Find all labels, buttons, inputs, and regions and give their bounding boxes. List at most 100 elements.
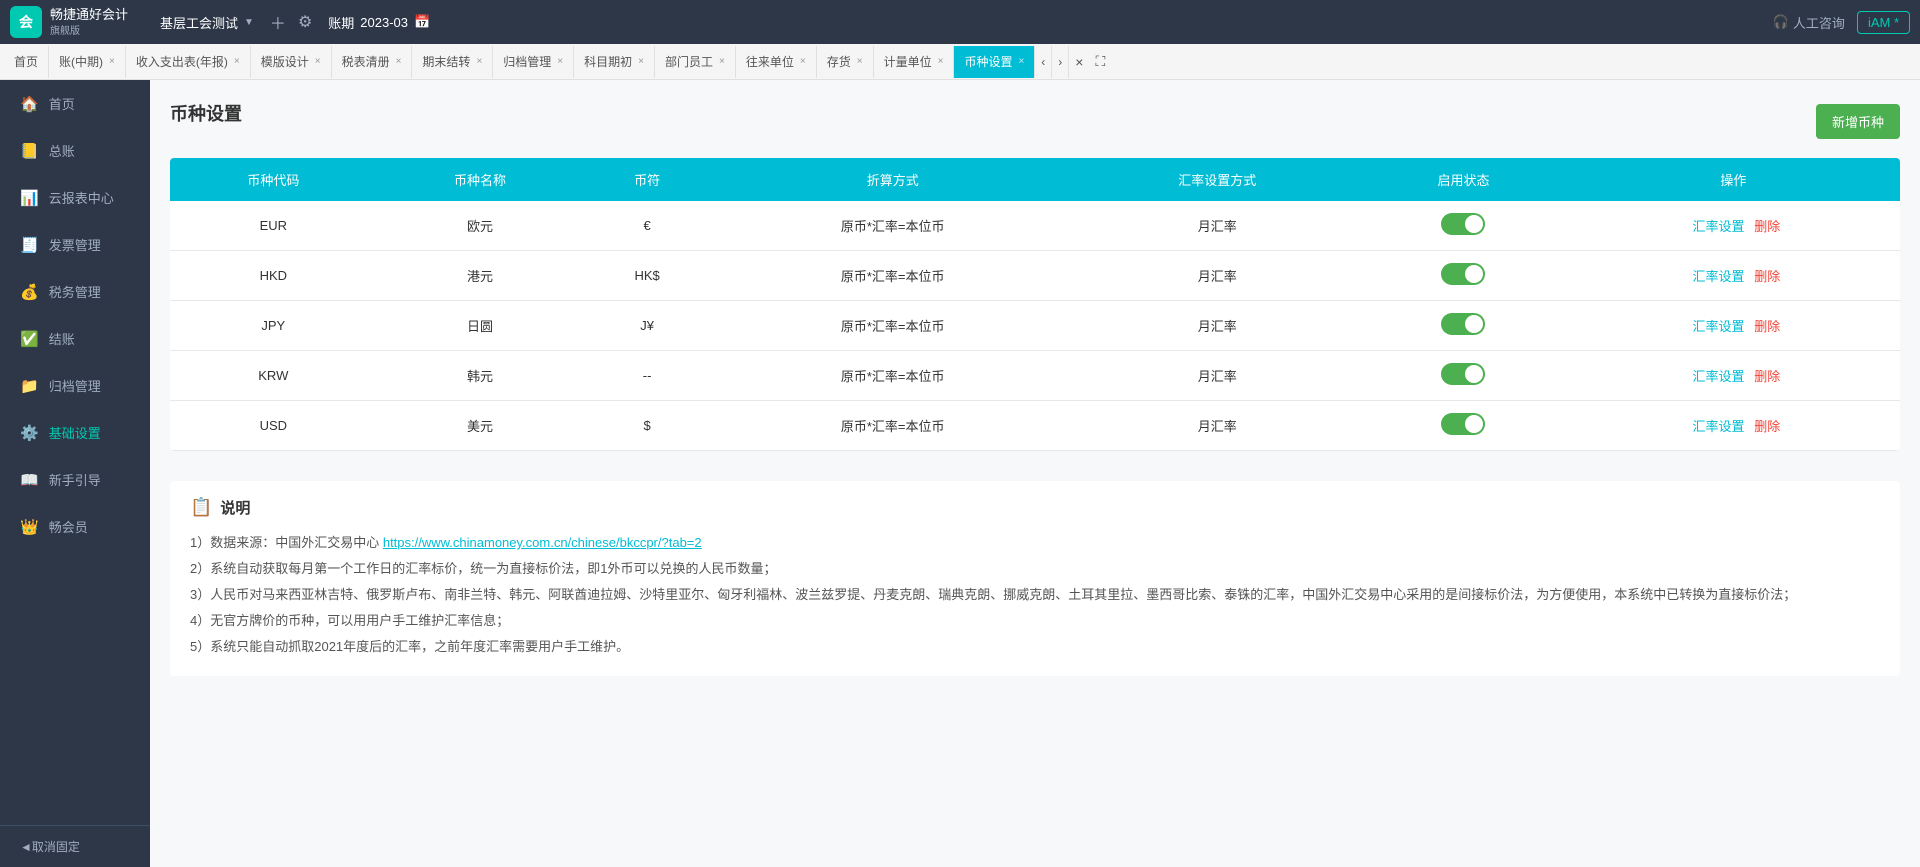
note-item-3: 3）人民币对马来西亚林吉特、俄罗斯卢布、南非兰特、韩元、阿联酋迪拉姆、沙特里亚尔… [190, 582, 1880, 608]
rate-settings-link[interactable]: 汇率设置 [1693, 269, 1745, 284]
logo-area: 会 畅捷通好会计 旗舰版 [10, 6, 160, 38]
tax-icon: 💰 [20, 283, 39, 301]
delete-link[interactable]: 删除 [1754, 319, 1780, 334]
close-icon[interactable]: × [315, 56, 321, 67]
tab-template[interactable]: 模版设计 × [251, 46, 332, 78]
cell-symbol: $ [583, 401, 711, 451]
sidebar-item-invoice[interactable]: 🧾 发票管理 [0, 221, 150, 268]
close-icon[interactable]: × [938, 56, 944, 67]
tab-label: 计量单位 [884, 53, 932, 70]
app-sub: 旗舰版 [50, 22, 128, 37]
sidebar-item-basic[interactable]: ⚙️ 基础设置 [0, 409, 150, 456]
tab-unit[interactable]: 计量单位 × [874, 46, 955, 78]
sidebar-item-label: 首页 [49, 94, 75, 113]
tab-close-all-button[interactable]: × [1069, 46, 1089, 78]
toggle-thumb [1465, 265, 1483, 283]
sidebar-item-label: 结账 [49, 329, 75, 348]
top-bar-right: 🎧 人工咨询 iAM * [1773, 11, 1910, 34]
rate-settings-link[interactable]: 汇率设置 [1693, 219, 1745, 234]
toggle-switch[interactable] [1441, 263, 1485, 285]
close-icon[interactable]: × [109, 56, 115, 67]
notes-link[interactable]: https://www.chinamoney.com.cn/chinese/bk… [383, 535, 702, 550]
tab-income[interactable]: 收入支出表(年报) × [126, 46, 251, 78]
tab-period[interactable]: 账(中期) × [49, 46, 126, 78]
toggle-switch[interactable] [1441, 213, 1485, 235]
notes-title: 📋 说明 [190, 497, 1880, 518]
reports-icon: 📊 [20, 189, 39, 207]
toggle-switch[interactable] [1441, 363, 1485, 385]
sidebar-item-home[interactable]: 🏠 首页 [0, 80, 150, 127]
calendar-icon[interactable]: 📅 [414, 14, 430, 30]
delete-link[interactable]: 删除 [1754, 219, 1780, 234]
sidebar-pin-toggle[interactable]: ◄取消固定 [0, 825, 150, 867]
cell-symbol: -- [583, 351, 711, 401]
support-button[interactable]: 🎧 人工咨询 [1773, 13, 1845, 32]
tab-home[interactable]: 首页 [4, 46, 49, 78]
sidebar-item-member[interactable]: 👑 畅会员 [0, 503, 150, 550]
th-code: 币种代码 [170, 158, 377, 201]
tab-prev-button[interactable]: ‹ [1035, 46, 1052, 78]
sidebar-item-reports[interactable]: 📊 云报表中心 [0, 174, 150, 221]
account-button[interactable]: iAM * [1857, 11, 1910, 34]
close-icon[interactable]: × [396, 56, 402, 67]
close-icon[interactable]: × [857, 56, 863, 67]
tab-currency[interactable]: 币种设置 × [954, 46, 1035, 78]
new-currency-button[interactable]: 新增币种 [1816, 104, 1900, 139]
tab-expand-button[interactable]: ⛶ [1089, 46, 1111, 78]
delete-link[interactable]: 删除 [1754, 419, 1780, 434]
period-value: 2023-03 [360, 15, 408, 30]
sidebar-item-label: 发票管理 [49, 235, 101, 254]
close-icon[interactable]: × [800, 56, 806, 67]
tab-next-button[interactable]: › [1052, 46, 1069, 78]
archive-icon: 📁 [20, 377, 39, 395]
rate-settings-link[interactable]: 汇率设置 [1693, 319, 1745, 334]
sidebar-item-archive[interactable]: 📁 归档管理 [0, 362, 150, 409]
table-row: EUR 欧元 € 原币*汇率=本位币 月汇率 汇率设置 删除 [170, 201, 1900, 251]
cell-calc: 原币*汇率=本位币 [711, 351, 1075, 401]
close-icon[interactable]: × [234, 56, 240, 67]
settings-icon[interactable]: ⚙ [298, 12, 312, 32]
close-icon[interactable]: × [719, 56, 725, 67]
tab-counterparty[interactable]: 往来单位 × [736, 46, 817, 78]
table-row: USD 美元 $ 原币*汇率=本位币 月汇率 汇率设置 删除 [170, 401, 1900, 451]
tab-label: 科目期初 [584, 53, 632, 70]
tab-period-end[interactable]: 期末结转 × [412, 46, 493, 78]
logo-text-block: 畅捷通好会计 旗舰版 [50, 7, 128, 38]
sidebar-item-tax[interactable]: 💰 税务管理 [0, 268, 150, 315]
sidebar-item-label: 云报表中心 [49, 188, 114, 207]
sidebar-item-guide[interactable]: 📖 新手引导 [0, 456, 150, 503]
notes-list: 1）数据来源：中国外汇交易中心 https://www.chinamoney.c… [190, 530, 1880, 660]
sidebar-item-checkout[interactable]: ✅ 结账 [0, 315, 150, 362]
rate-settings-link[interactable]: 汇率设置 [1693, 369, 1745, 384]
cell-symbol: J¥ [583, 301, 711, 351]
delete-link[interactable]: 删除 [1754, 369, 1780, 384]
tab-archive[interactable]: 归档管理 × [493, 46, 574, 78]
tab-tax[interactable]: 税表清册 × [332, 46, 413, 78]
cell-actions: 汇率设置 删除 [1567, 301, 1900, 351]
th-actions: 操作 [1567, 158, 1900, 201]
sidebar: 🏠 首页 📒 总账 📊 云报表中心 🧾 发票管理 💰 税务管理 ✅ 结账 📁 归… [0, 80, 150, 867]
company-selector[interactable]: 基层工会测试 ▼ [160, 13, 254, 32]
tab-label: 收入支出表(年报) [136, 53, 228, 70]
sidebar-item-ledger[interactable]: 📒 总账 [0, 127, 150, 174]
cell-name: 日圆 [377, 301, 584, 351]
tab-inventory[interactable]: 存货 × [817, 46, 874, 78]
close-icon[interactable]: × [1018, 56, 1024, 67]
cell-calc: 原币*汇率=本位币 [711, 401, 1075, 451]
tab-label: 模版设计 [261, 53, 309, 70]
table-row: KRW 韩元 -- 原币*汇率=本位币 月汇率 汇率设置 删除 [170, 351, 1900, 401]
rate-settings-link[interactable]: 汇率设置 [1693, 419, 1745, 434]
title-row: 币种设置 新增币种 [170, 100, 1900, 142]
close-icon[interactable]: × [638, 56, 644, 67]
add-icon[interactable]: ＋ [270, 10, 286, 34]
cell-actions: 汇率设置 删除 [1567, 401, 1900, 451]
tab-subject[interactable]: 科目期初 × [574, 46, 655, 78]
toggle-switch[interactable] [1441, 413, 1485, 435]
th-symbol: 币符 [583, 158, 711, 201]
close-icon[interactable]: × [557, 56, 563, 67]
top-bar: 会 畅捷通好会计 旗舰版 基层工会测试 ▼ ＋ ⚙ 账期 2023-03 📅 🎧… [0, 0, 1920, 44]
delete-link[interactable]: 删除 [1754, 269, 1780, 284]
toggle-switch[interactable] [1441, 313, 1485, 335]
tab-dept[interactable]: 部门员工 × [655, 46, 736, 78]
close-icon[interactable]: × [476, 56, 482, 67]
